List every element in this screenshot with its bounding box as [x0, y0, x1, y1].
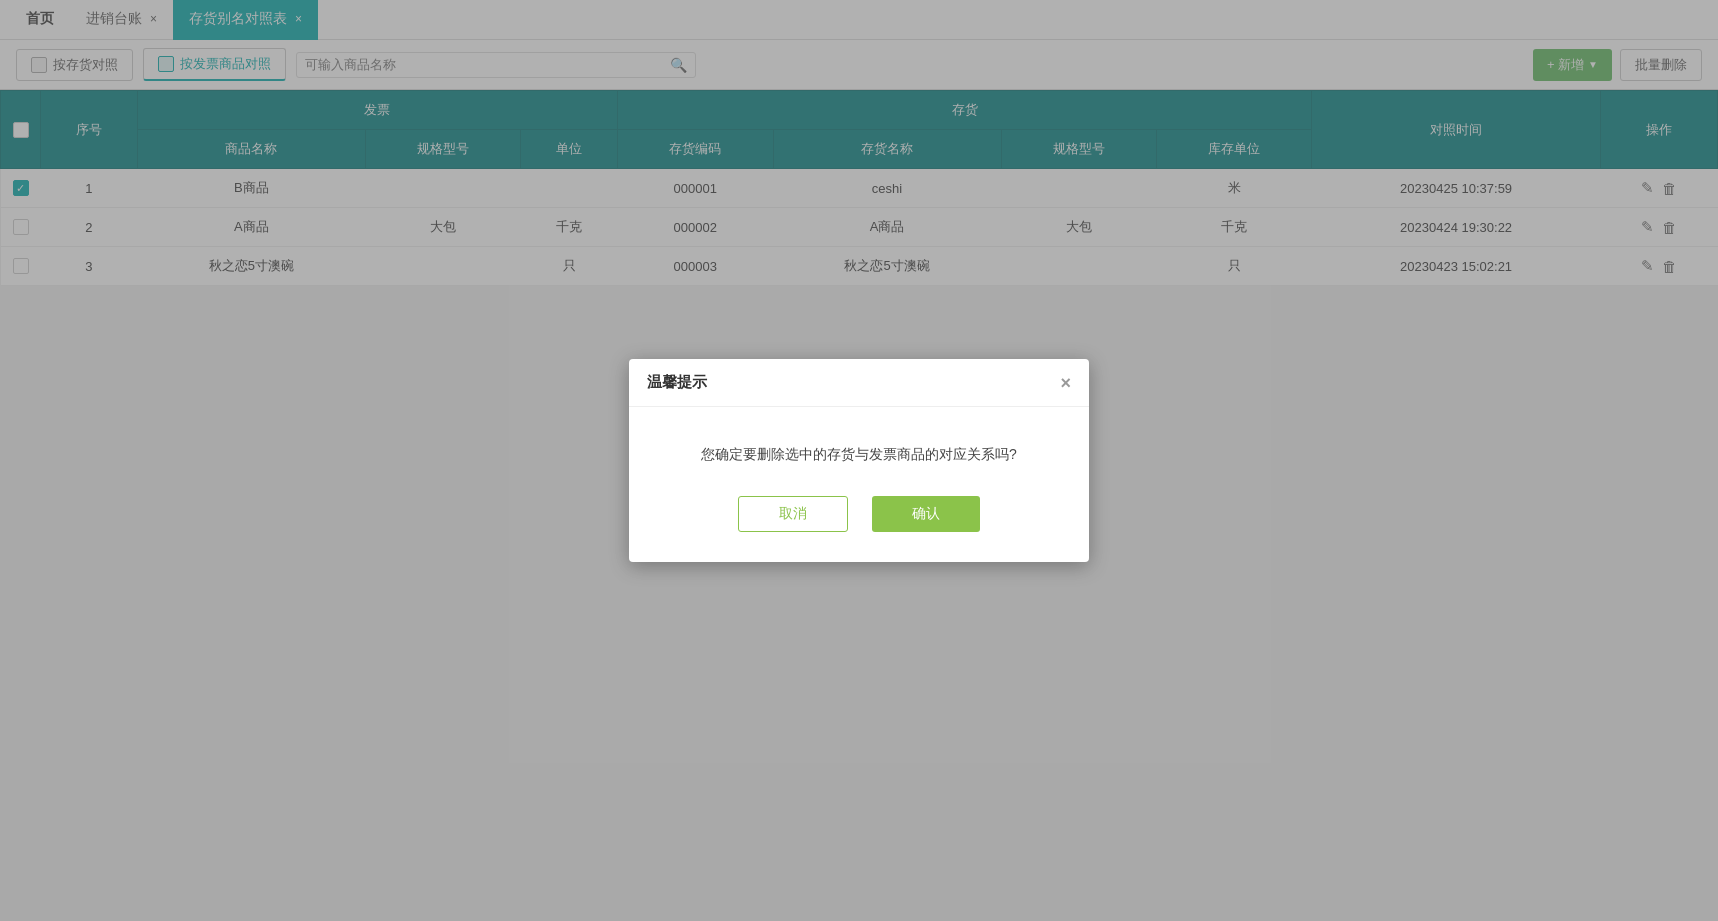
dialog-overlay: 温馨提示 × 您确定要删除选中的存货与发票商品的对应关系吗? 取消 确认: [0, 0, 1718, 286]
